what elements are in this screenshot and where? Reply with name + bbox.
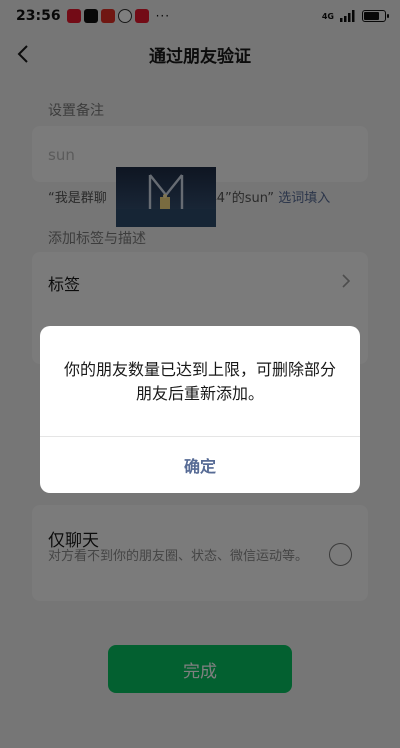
dialog-message: 你的朋友数量已达到上限，可删除部分朋友后重新添加。 (64, 360, 337, 403)
dialog-confirm-button[interactable]: 确定 (40, 437, 360, 493)
friend-limit-dialog: 你的朋友数量已达到上限，可删除部分朋友后重新添加。 确定 (40, 326, 360, 493)
